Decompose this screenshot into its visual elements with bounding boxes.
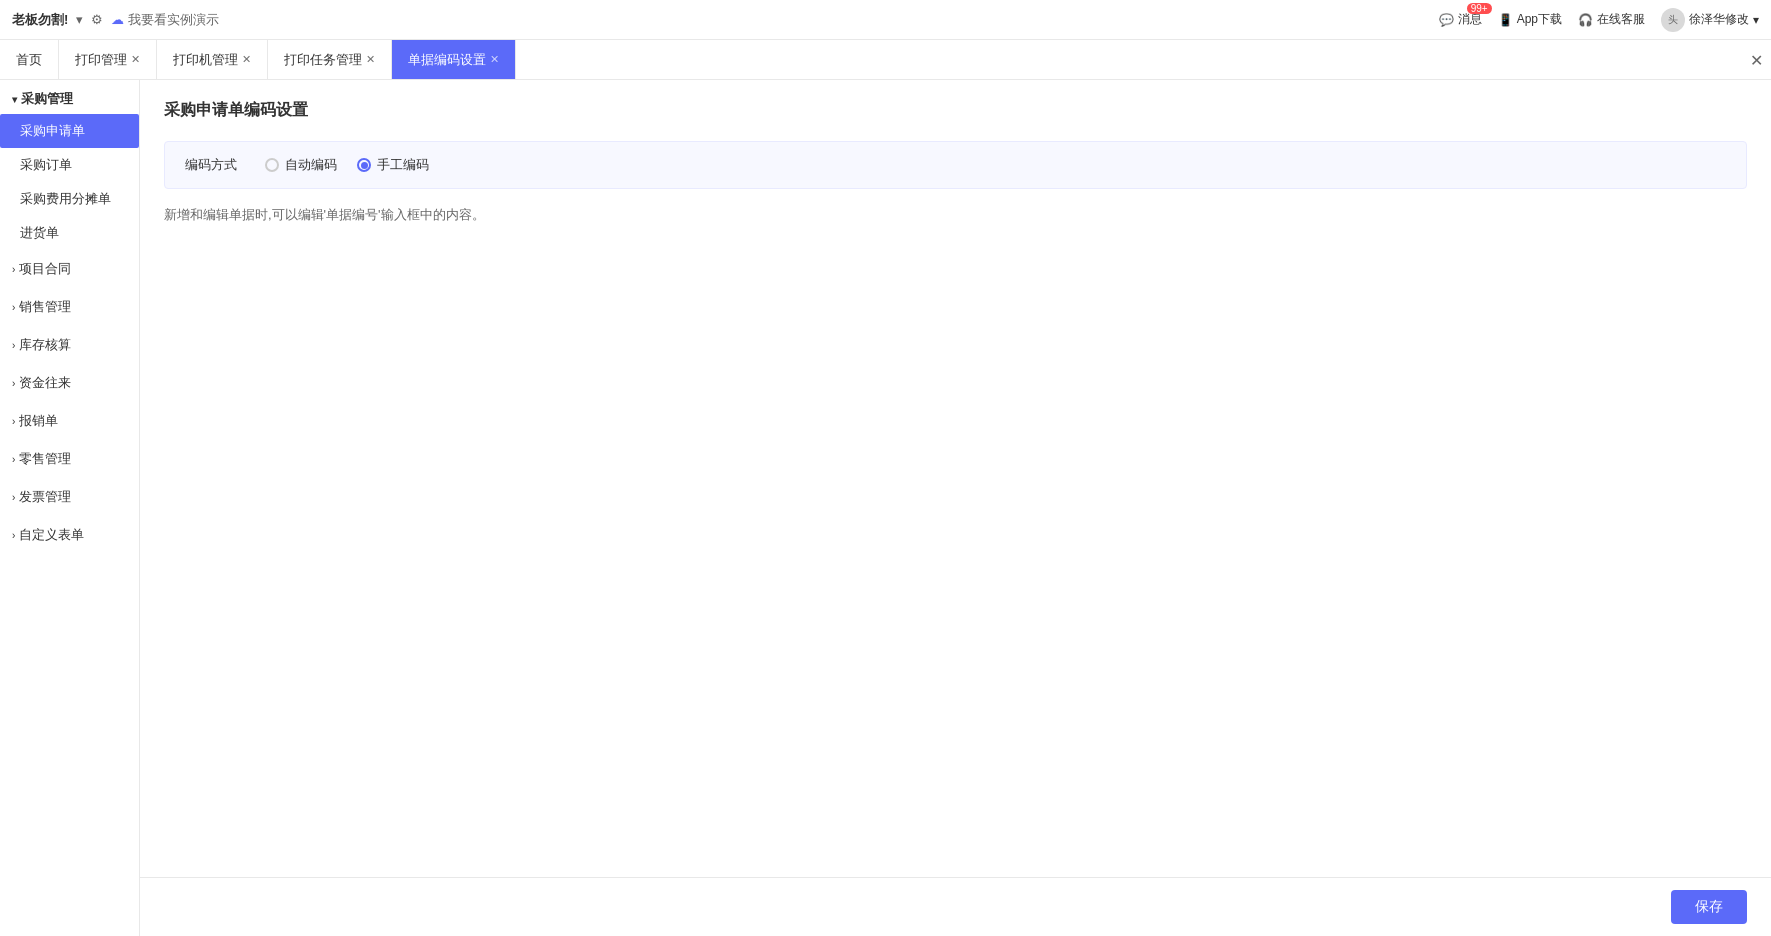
hint-text: 新增和编辑单据时,可以编辑'单据编号'输入框中的内容。 bbox=[164, 205, 1747, 226]
chevron-right-icon-custom-form: › bbox=[12, 530, 15, 541]
tab-close-print-manage[interactable]: ✕ bbox=[131, 54, 140, 65]
tab-barcode-setting[interactable]: 单据编码设置 ✕ bbox=[392, 40, 516, 79]
tab-printer-manage[interactable]: 打印机管理 ✕ bbox=[157, 40, 268, 79]
sidebar-group-header-custom-form[interactable]: › 自定义表单 bbox=[0, 516, 139, 554]
sidebar-group-purchase: ▾ 采购管理 采购申请单 采购订单 采购费用分摊单 进货单 bbox=[0, 80, 139, 250]
content-area: 采购申请单编码设置 编码方式 自动编码 手工编码 新增和编辑单据时,可以编辑'单… bbox=[140, 80, 1771, 936]
tab-close-print-task[interactable]: ✕ bbox=[366, 54, 375, 65]
top-bar-left: 老板勿割! ▾ ⚙ ☁ 我要看实例演示 bbox=[12, 11, 219, 29]
sidebar-group-header-capital[interactable]: › 资金往来 bbox=[0, 364, 139, 402]
footer-bar: 保存 bbox=[140, 877, 1771, 936]
sidebar-group-header-retail[interactable]: › 零售管理 bbox=[0, 440, 139, 478]
top-bar: 老板勿割! ▾ ⚙ ☁ 我要看实例演示 💬 消息 99+ 📱 App下载 🎧 在… bbox=[0, 0, 1771, 40]
sidebar-group-header-project-contract[interactable]: › 项目合同 bbox=[0, 250, 139, 288]
app-download-button[interactable]: 📱 App下载 bbox=[1498, 11, 1562, 28]
user-chevron-icon: ▾ bbox=[1753, 13, 1759, 27]
chevron-right-icon-retail: › bbox=[12, 454, 15, 465]
sidebar-item-purchase-order[interactable]: 采购订单 bbox=[0, 148, 139, 182]
user-menu[interactable]: 头 徐泽华修改 ▾ bbox=[1661, 8, 1759, 32]
main-layout: ▾ 采购管理 采购申请单 采购订单 采购费用分摊单 进货单 › 项目合同 › 销… bbox=[0, 80, 1771, 936]
chevron-down-icon: ▾ bbox=[76, 12, 83, 27]
content-inner: 采购申请单编码设置 编码方式 自动编码 手工编码 新增和编辑单据时,可以编辑'单… bbox=[140, 80, 1771, 877]
message-badge: 99+ bbox=[1467, 3, 1492, 14]
chevron-right-icon-capital: › bbox=[12, 378, 15, 389]
sidebar-group-header-inventory[interactable]: › 库存核算 bbox=[0, 326, 139, 364]
cloud-icon: ☁ bbox=[111, 12, 124, 27]
brand-title: 老板勿割! bbox=[12, 11, 68, 29]
encoding-section: 编码方式 自动编码 手工编码 bbox=[164, 141, 1747, 189]
sidebar-group-header-invoice[interactable]: › 发票管理 bbox=[0, 478, 139, 516]
sidebar: ▾ 采购管理 采购申请单 采购订单 采购费用分摊单 进货单 › 项目合同 › 销… bbox=[0, 80, 140, 936]
demo-link[interactable]: ☁ 我要看实例演示 bbox=[111, 11, 219, 29]
headset-icon: 🎧 bbox=[1578, 13, 1593, 27]
radio-auto[interactable]: 自动编码 bbox=[265, 156, 337, 174]
sidebar-group-header-returns[interactable]: › 报销单 bbox=[0, 402, 139, 440]
save-button[interactable]: 保存 bbox=[1671, 890, 1747, 924]
online-service-button[interactable]: 🎧 在线客服 bbox=[1578, 11, 1645, 28]
app-icon: 📱 bbox=[1498, 13, 1513, 27]
encoding-label: 编码方式 bbox=[185, 156, 237, 174]
radio-manual[interactable]: 手工编码 bbox=[357, 156, 429, 174]
sidebar-group-header-sales[interactable]: › 销售管理 bbox=[0, 288, 139, 326]
sidebar-item-purchase-expense[interactable]: 采购费用分摊单 bbox=[0, 182, 139, 216]
chevron-down-icon-purchase: ▾ bbox=[12, 94, 17, 105]
tab-print-task[interactable]: 打印任务管理 ✕ bbox=[268, 40, 392, 79]
sidebar-item-receipt[interactable]: 进货单 bbox=[0, 216, 139, 250]
message-button[interactable]: 💬 消息 99+ bbox=[1439, 11, 1482, 28]
top-bar-right: 💬 消息 99+ 📱 App下载 🎧 在线客服 头 徐泽华修改 ▾ bbox=[1439, 8, 1759, 32]
avatar: 头 bbox=[1661, 8, 1685, 32]
sidebar-item-purchase-request[interactable]: 采购申请单 bbox=[0, 114, 139, 148]
tab-bar: 首页 打印管理 ✕ 打印机管理 ✕ 打印任务管理 ✕ 单据编码设置 ✕ ✕ bbox=[0, 40, 1771, 80]
chevron-right-icon-invoice: › bbox=[12, 492, 15, 503]
chevron-right-icon-project: › bbox=[12, 264, 15, 275]
chevron-right-icon-sales: › bbox=[12, 302, 15, 313]
radio-circle-auto bbox=[265, 158, 279, 172]
radio-circle-manual bbox=[357, 158, 371, 172]
sidebar-group-header-purchase[interactable]: ▾ 采购管理 bbox=[0, 80, 139, 114]
page-title: 采购申请单编码设置 bbox=[164, 100, 1747, 121]
settings-icon[interactable]: ⚙ bbox=[91, 12, 103, 27]
tab-close-printer-manage[interactable]: ✕ bbox=[242, 54, 251, 65]
chevron-right-icon-inventory: › bbox=[12, 340, 15, 351]
tab-close-barcode-setting[interactable]: ✕ bbox=[490, 54, 499, 65]
chevron-right-icon-returns: › bbox=[12, 416, 15, 427]
tab-print-manage[interactable]: 打印管理 ✕ bbox=[59, 40, 157, 79]
brand-dropdown[interactable]: ▾ bbox=[76, 12, 83, 27]
tab-home[interactable]: 首页 bbox=[0, 40, 59, 79]
message-icon: 💬 bbox=[1439, 13, 1454, 27]
main-close-icon[interactable]: ✕ bbox=[1750, 50, 1763, 69]
